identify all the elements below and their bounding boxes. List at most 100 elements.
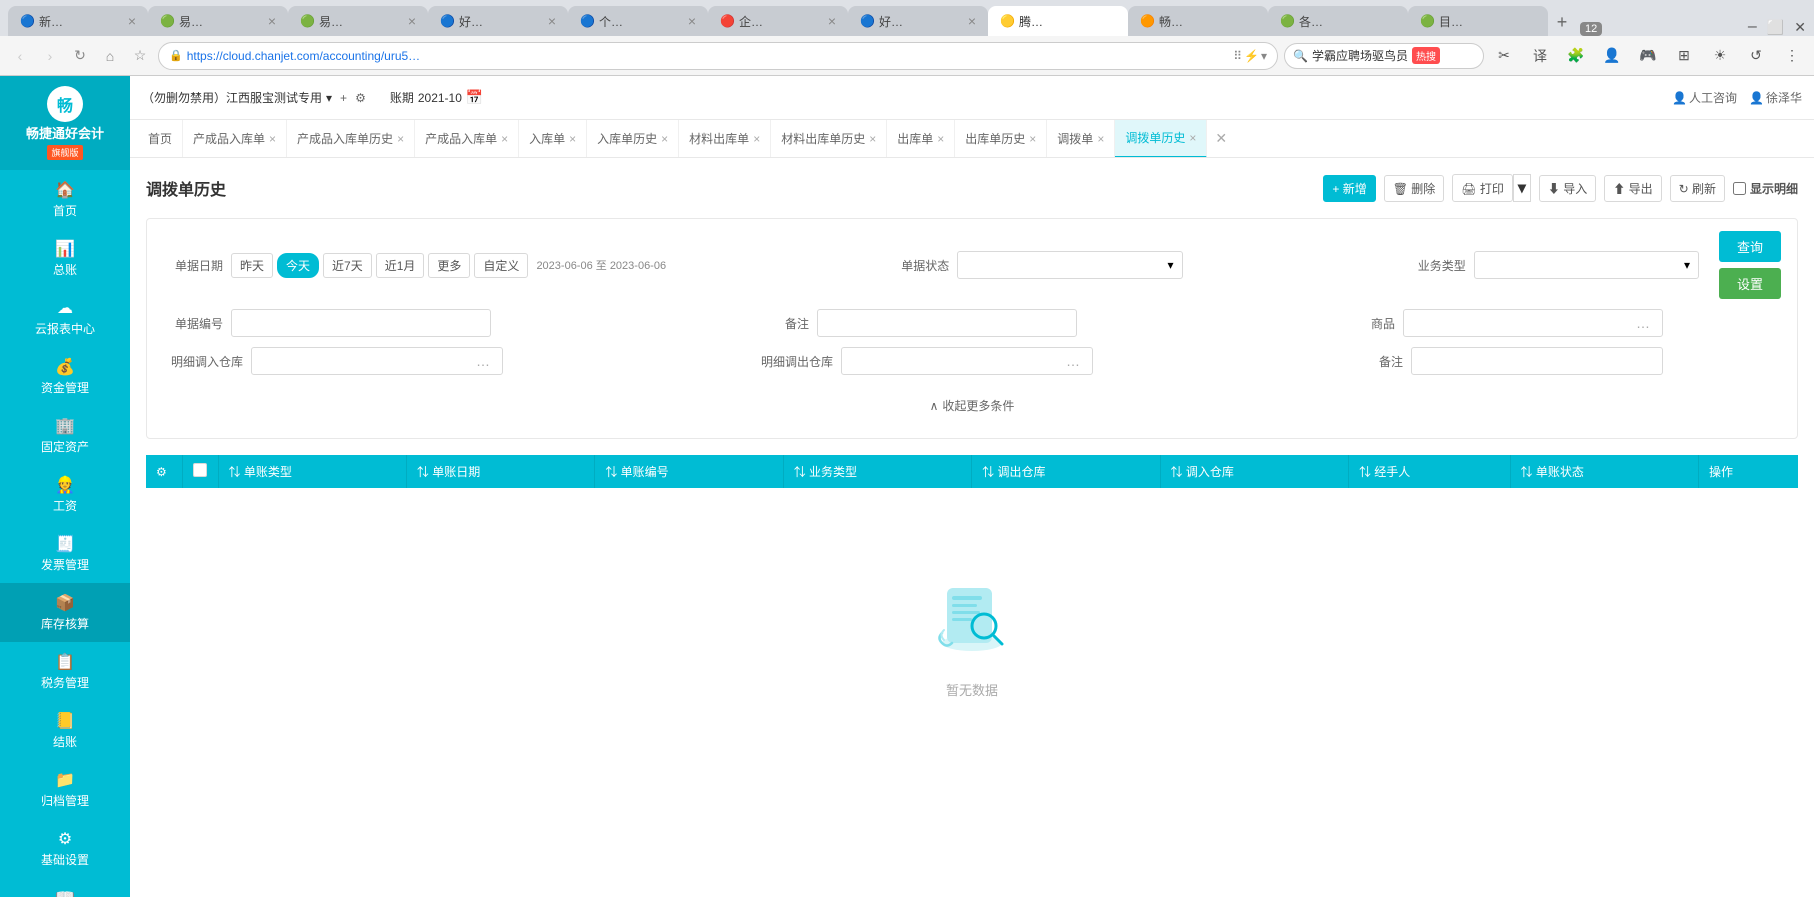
close-product-inbound-hist[interactable]: ×	[397, 132, 404, 146]
close-material-out-hist[interactable]: ×	[869, 132, 876, 146]
page-tab-product-inbound[interactable]: 产成品入库单 ×	[183, 120, 287, 158]
goods-select[interactable]: …	[1403, 309, 1663, 337]
user-btn[interactable]: 👤 徐泽华	[1749, 89, 1802, 106]
close-outbound-hist[interactable]: ×	[1029, 132, 1036, 146]
browser-tab-10[interactable]: 🟢 各…	[1268, 6, 1408, 36]
new-tab-button[interactable]: +	[1548, 8, 1576, 36]
print-dropdown[interactable]: 🖨 打印 ▾	[1452, 174, 1531, 202]
biz-type-select[interactable]: ▾	[1474, 251, 1699, 279]
refresh-button[interactable]: ↻ 刷新	[1670, 175, 1725, 202]
settings-button[interactable]: 设置	[1719, 268, 1781, 299]
browser-tab-9[interactable]: 🟠 畅…	[1128, 6, 1268, 36]
browser-tab-1[interactable]: 🔵 新… ×	[8, 6, 148, 36]
tab-close-2[interactable]: ×	[268, 13, 276, 29]
th-out-warehouse[interactable]: ⇅ 调出仓库	[972, 455, 1160, 488]
account-icon[interactable]: 👤	[1598, 42, 1626, 70]
display-toggle[interactable]: 显示明细	[1733, 180, 1798, 197]
tab-close-1[interactable]: ×	[128, 13, 136, 29]
close-inbound[interactable]: ×	[569, 132, 576, 146]
address-bar[interactable]: 🔒 https://cloud.chanjet.com/accounting/u…	[158, 42, 1278, 70]
sidebar-item-assets[interactable]: 🏢 固定资产	[0, 406, 130, 465]
reload-button[interactable]: ↻	[68, 44, 92, 68]
page-tab-outbound[interactable]: 出库单 ×	[887, 120, 955, 158]
menu-grid-icon[interactable]: ⠿	[1233, 49, 1242, 63]
undo-icon[interactable]: ↺	[1742, 42, 1770, 70]
remark-input[interactable]	[817, 309, 1077, 337]
tab-close-6[interactable]: ×	[828, 13, 836, 29]
page-tab-outbound-hist[interactable]: 出库单历史 ×	[955, 120, 1047, 158]
query-button[interactable]: 查询	[1719, 231, 1781, 262]
brightness-icon[interactable]: ☀	[1706, 42, 1734, 70]
sidebar-item-guide[interactable]: 📖 新手引导	[0, 878, 130, 897]
sidebar-item-salary[interactable]: 👷 工资	[0, 465, 130, 524]
to-ellipsis[interactable]: …	[1062, 353, 1084, 369]
date-btn-more[interactable]: 更多	[428, 253, 470, 278]
status-select[interactable]: ▾	[957, 251, 1182, 279]
sidebar-item-settings[interactable]: ⚙ 基础设置	[0, 819, 130, 878]
window-maximize-btn[interactable]: ⬜	[1767, 19, 1784, 36]
doc-num-input[interactable]	[231, 309, 491, 337]
close-material-out[interactable]: ×	[753, 132, 760, 146]
page-tab-material-out[interactable]: 材料出库单 ×	[679, 120, 771, 158]
translate-icon[interactable]: 译	[1526, 42, 1554, 70]
delete-button[interactable]: 🗑 删除	[1384, 175, 1445, 202]
close-all-tabs-btn[interactable]: ✕	[1207, 130, 1235, 147]
th-biz-type[interactable]: ⇅ 业务类型	[783, 455, 971, 488]
sidebar-item-ledger[interactable]: 📊 总账	[0, 229, 130, 288]
consult-btn[interactable]: 👤 人工咨询	[1672, 89, 1737, 106]
sidebar-item-funds[interactable]: 💰 资金管理	[0, 347, 130, 406]
th-date[interactable]: ⇅ 单账日期	[406, 455, 594, 488]
browser-tab-2[interactable]: 🟢 易… ×	[148, 6, 288, 36]
page-tab-inbound-hist[interactable]: 入库单历史 ×	[587, 120, 679, 158]
date-btn-yesterday[interactable]: 昨天	[231, 253, 273, 278]
bookmark-button[interactable]: ☆	[128, 44, 152, 68]
home-button[interactable]: ⌂	[98, 44, 122, 68]
page-tab-product-inbound2[interactable]: 产成品入库单 ×	[415, 120, 519, 158]
close-inbound-hist[interactable]: ×	[661, 132, 668, 146]
browser-tab-6[interactable]: 🔴 企… ×	[708, 6, 848, 36]
sidebar-item-inventory[interactable]: 📦 库存核算	[0, 583, 130, 642]
print-dropdown-icon[interactable]: ▾	[1513, 174, 1531, 202]
th-gear[interactable]: ⚙	[146, 455, 182, 488]
extension-icon[interactable]: 🧩	[1562, 42, 1590, 70]
tab-close-4[interactable]: ×	[548, 13, 556, 29]
to-warehouse-select[interactable]: …	[841, 347, 1093, 375]
display-checkbox[interactable]	[1733, 182, 1746, 195]
browser-tab-8[interactable]: 🟡 腾…	[988, 6, 1128, 36]
close-product-inbound2[interactable]: ×	[501, 132, 508, 146]
th-in-warehouse[interactable]: ⇅ 调入仓库	[1160, 455, 1348, 488]
sidebar-item-close[interactable]: 📒 结账	[0, 701, 130, 760]
page-tab-transfer-hist[interactable]: 调拨单历史 ×	[1115, 120, 1207, 158]
close-outbound[interactable]: ×	[937, 132, 944, 146]
close-transfer[interactable]: ×	[1097, 132, 1104, 146]
th-number[interactable]: ⇅ 单账编号	[595, 455, 783, 488]
forward-button[interactable]: ›	[38, 44, 62, 68]
select-all-checkbox[interactable]	[193, 463, 207, 477]
th-status[interactable]: ⇅ 单账状态	[1510, 455, 1698, 488]
th-checkbox[interactable]	[182, 455, 218, 488]
browser-tab-11[interactable]: 🟢 目…	[1408, 6, 1548, 36]
page-tab-inbound[interactable]: 入库单 ×	[519, 120, 587, 158]
company-selector[interactable]: （勿删勿禁用）江西服宝测试专用 ▾	[142, 89, 332, 106]
close-transfer-hist[interactable]: ×	[1189, 131, 1196, 145]
page-tab-material-out-hist[interactable]: 材料出库单历史 ×	[771, 120, 887, 158]
lightning-icon[interactable]: ⚡	[1244, 49, 1259, 63]
goods-ellipsis[interactable]: …	[1632, 315, 1654, 331]
tab-close-3[interactable]: ×	[408, 13, 416, 29]
browser-tab-7[interactable]: 🔵 好… ×	[848, 6, 988, 36]
window-close-btn[interactable]: ✕	[1794, 19, 1806, 36]
add-company-btn[interactable]: +	[340, 91, 347, 105]
th-type[interactable]: ⇅ 单账类型	[218, 455, 406, 488]
calendar-icon[interactable]: 📅	[466, 89, 483, 106]
from-ellipsis[interactable]: …	[472, 353, 494, 369]
sidebar-item-home[interactable]: 🏠 首页	[0, 170, 130, 229]
dropdown-icon[interactable]: ▾	[1261, 49, 1267, 63]
collapse-button[interactable]: ∧ 收起更多条件	[924, 391, 1021, 420]
tab-close-7[interactable]: ×	[968, 13, 976, 29]
print-button[interactable]: 🖨 打印	[1452, 174, 1513, 202]
company-settings-btn[interactable]: ⚙	[355, 91, 366, 105]
browser-search-bar[interactable]: 🔍 学霸应聘场驱鸟员 热搜	[1284, 43, 1484, 69]
browser-tab-4[interactable]: 🔵 好… ×	[428, 6, 568, 36]
close-product-inbound[interactable]: ×	[269, 132, 276, 146]
import-button[interactable]: ⬇ 导入	[1539, 175, 1596, 202]
